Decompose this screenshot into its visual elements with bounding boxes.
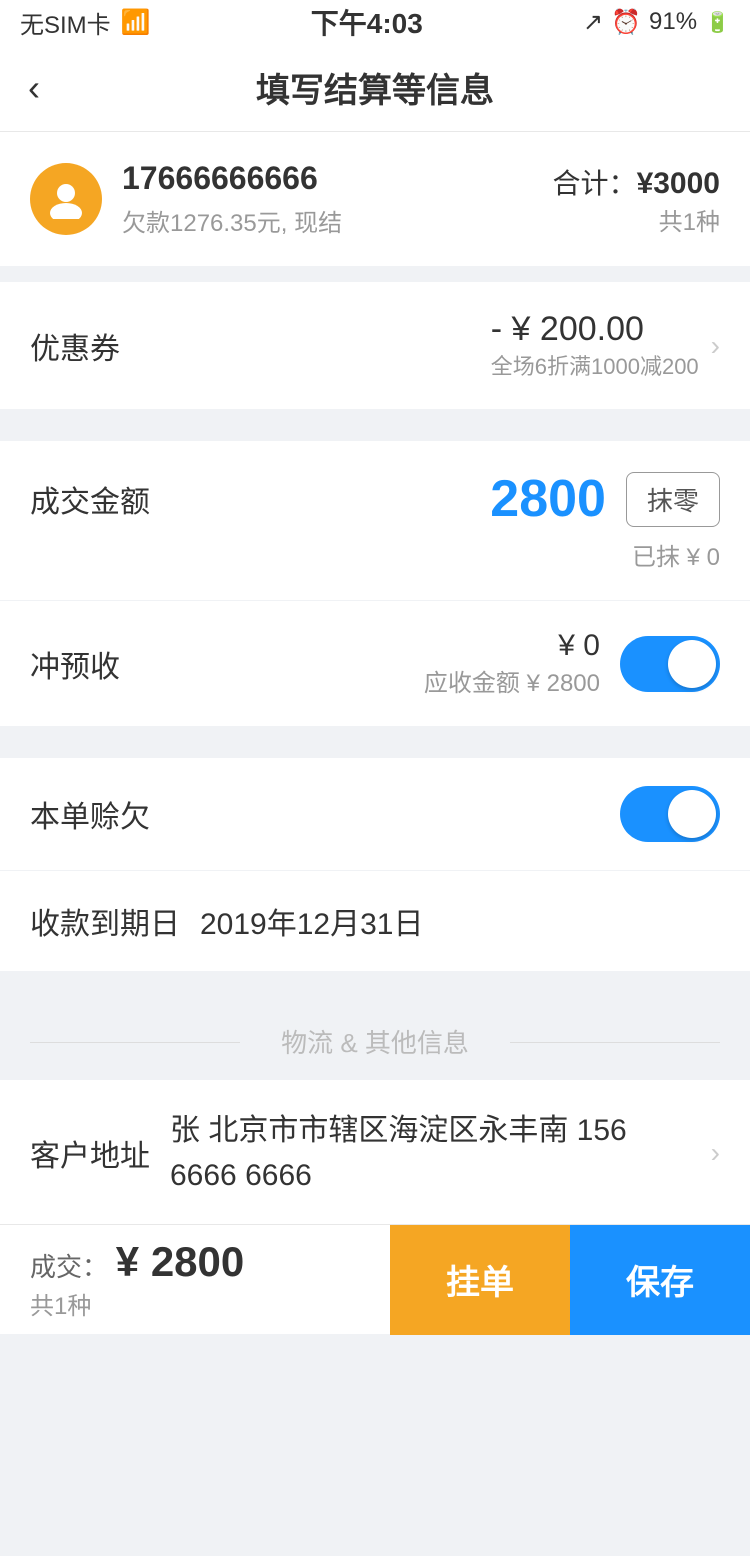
address-value: 张 北京市市辖区海淀区永丰南 156 6666 6666 <box>150 1108 711 1198</box>
logistics-header-text: 物流 & 其他信息 <box>281 1028 469 1058</box>
debt-toggle[interactable] <box>620 786 720 842</box>
amount-sub: 已抹 ¥ 0 <box>30 537 720 572</box>
coupon-info: - ¥ 200.00 全场6折满1000减200 <box>491 310 699 381</box>
customer-sub: 欠款1276.35元, 现结 <box>122 203 342 238</box>
chevron-right-icon: › <box>711 330 720 362</box>
wifi-icon: 📶 <box>121 8 151 37</box>
page-title: 填写结算等信息 <box>256 63 494 112</box>
prereceive-toggle[interactable] <box>620 636 720 692</box>
battery-text: 91% <box>649 8 697 36</box>
total-count: 共1种 <box>553 202 720 237</box>
prereceive-row: 冲预收 ¥ 0 应收金额 ¥ 2800 <box>30 629 720 698</box>
save-button[interactable]: 保存 <box>570 1225 750 1335</box>
total-amount: ¥3000 <box>637 167 720 200</box>
battery-icon: 🔋 <box>705 10 730 35</box>
status-left: 无SIM卡 📶 <box>20 5 151 40</box>
prereceive-label: 冲预收 <box>30 642 120 686</box>
footer-count: 共1种 <box>30 1286 360 1321</box>
amount-label: 成交金额 <box>30 477 150 521</box>
debt-section: 本单赊欠 <box>0 758 750 870</box>
location-icon: ↗ <box>583 8 603 37</box>
amount-section: 成交金额 2800 抹零 已抹 ¥ 0 <box>0 441 750 600</box>
customer-info: 17666666666 欠款1276.35元, 现结 <box>122 160 342 238</box>
customer-phone: 17666666666 <box>122 160 342 197</box>
prereceive-section: 冲预收 ¥ 0 应收金额 ¥ 2800 <box>0 600 750 726</box>
footer-deal-row: 成交： ¥ 2800 <box>30 1238 360 1286</box>
round-button[interactable]: 抹零 <box>626 472 720 527</box>
total-label-text: 合计： <box>553 168 637 199</box>
total-label: 合计：¥3000 <box>553 162 720 202</box>
nav-bar: ‹ 填写结算等信息 <box>0 44 750 132</box>
debt-label: 本单赊欠 <box>30 792 150 836</box>
hold-button[interactable]: 挂单 <box>390 1225 570 1335</box>
customer-right: 合计：¥3000 共1种 <box>553 162 720 237</box>
coupon-row[interactable]: 优惠券 - ¥ 200.00 全场6折满1000减200 › <box>0 282 750 409</box>
avatar <box>30 163 102 235</box>
prereceive-right: ¥ 0 应收金额 ¥ 2800 <box>424 629 720 698</box>
footer-amount: ¥ 2800 <box>116 1238 244 1285</box>
footer-deal-label: 成交： <box>30 1252 108 1282</box>
footer: 成交： ¥ 2800 共1种 挂单 保存 <box>0 1224 750 1334</box>
section-divider-1 <box>0 425 750 441</box>
content: 17666666666 欠款1276.35元, 现结 合计：¥3000 共1种 … <box>0 132 750 1556</box>
status-time: 下午4:03 <box>311 2 423 42</box>
due-date-value: 2019年12月31日 <box>200 899 423 943</box>
amount-right: 2800 抹零 <box>490 469 720 529</box>
status-bar: 无SIM卡 📶 下午4:03 ↗ ⏰ 91% 🔋 <box>0 0 750 44</box>
prereceive-sub: 应收金额 ¥ 2800 <box>424 663 600 698</box>
status-right: ↗ ⏰ 91% 🔋 <box>583 8 730 37</box>
alarm-icon: ⏰ <box>611 8 641 37</box>
section-divider-2 <box>0 726 750 742</box>
due-date-label: 收款到期日 <box>30 899 180 943</box>
address-chevron-icon: › <box>711 1137 720 1169</box>
footer-left: 成交： ¥ 2800 共1种 <box>0 1238 390 1321</box>
coupon-discount: - ¥ 200.00 <box>491 310 699 349</box>
amount-row: 成交金额 2800 抹零 <box>30 469 720 529</box>
coupon-desc: 全场6折满1000减200 <box>491 349 699 381</box>
address-label: 客户地址 <box>30 1131 150 1175</box>
address-section[interactable]: 客户地址 张 北京市市辖区海淀区永丰南 156 6666 6666 › <box>0 1080 750 1226</box>
coupon-label: 优惠券 <box>30 324 120 368</box>
customer-card: 17666666666 欠款1276.35元, 现结 合计：¥3000 共1种 <box>0 132 750 266</box>
prereceive-value: ¥ 0 <box>424 629 600 663</box>
logistics-header: 物流 & 其他信息 <box>0 1003 750 1080</box>
logistics-divider <box>0 987 750 1003</box>
back-button[interactable]: ‹ <box>28 67 40 109</box>
prereceive-amount-block: ¥ 0 应收金额 ¥ 2800 <box>424 629 600 698</box>
amount-value: 2800 <box>490 469 606 529</box>
coupon-right: - ¥ 200.00 全场6折满1000减200 › <box>491 310 720 381</box>
carrier-text: 无SIM卡 <box>20 5 111 40</box>
customer-left: 17666666666 欠款1276.35元, 现结 <box>30 160 342 238</box>
due-date-section: 收款到期日 2019年12月31日 <box>0 870 750 971</box>
